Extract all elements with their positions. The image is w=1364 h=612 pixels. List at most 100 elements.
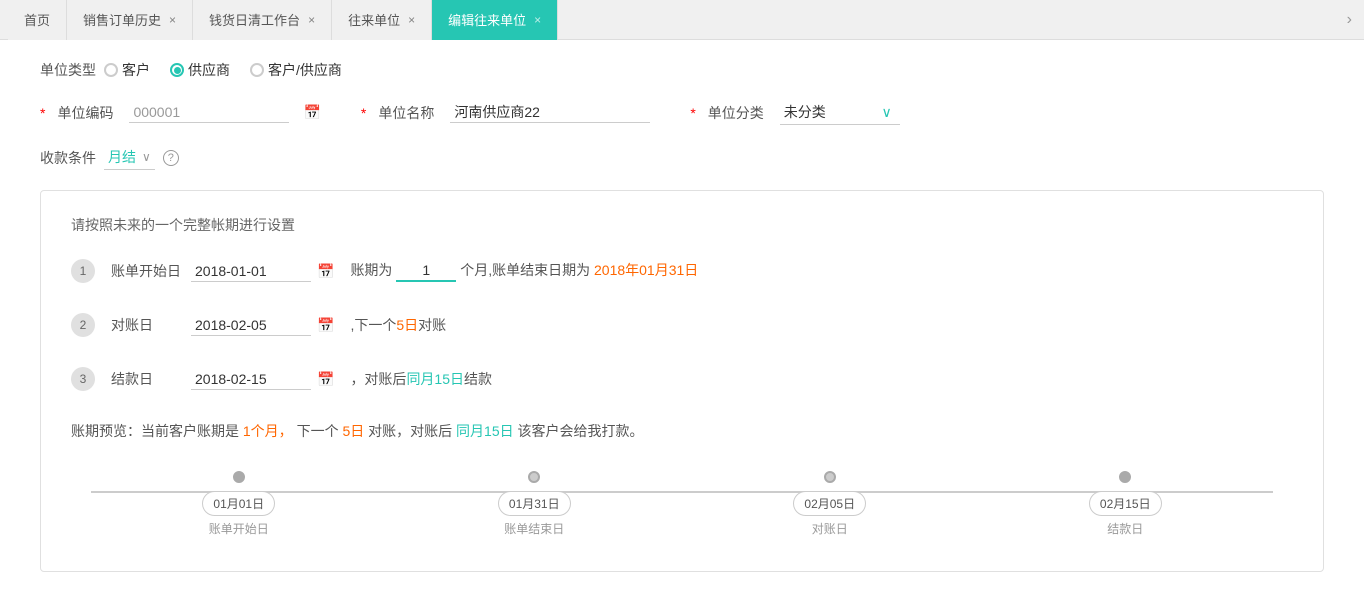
tab-edit-partner-close[interactable]: × — [534, 13, 541, 27]
unit-classify-star: * — [690, 105, 695, 121]
radio-both-label: 客户/供应商 — [268, 60, 342, 80]
unit-name-group: * 单位名称 — [361, 102, 650, 123]
period-settings-section: 请按照未来的一个完整帐期进行设置 1 账单开始日 📅 账期为 个月,账单结束日期… — [40, 190, 1324, 572]
preview-part1: 1个月， — [243, 423, 293, 439]
unit-code-icon[interactable]: 📅 — [303, 104, 320, 121]
timeline-point-3: 02月15日 结款日 — [978, 471, 1274, 537]
step-1-desc-prefix: 账期为 — [350, 262, 392, 278]
timeline-dot-1 — [528, 471, 540, 483]
period-input[interactable] — [396, 260, 456, 282]
unit-type-label: 单位类型 — [40, 60, 96, 80]
unit-classify-value: 未分类 — [784, 102, 882, 122]
payment-term-select[interactable]: 月结 ∨ — [104, 145, 155, 170]
step-2-row: 2 对账日 📅 ,下一个5日对账 — [71, 313, 1293, 337]
preview-part5: 同月15日 — [456, 423, 514, 439]
timeline-point-0: 01月01日 账单开始日 — [91, 471, 387, 537]
preview-part2: 下一个 — [297, 423, 339, 439]
radio-both[interactable]: 客户/供应商 — [250, 60, 342, 80]
payment-term-help-icon[interactable]: ? — [163, 150, 179, 166]
radio-customer[interactable]: 客户 — [104, 60, 150, 80]
unit-classify-group: * 单位分类 未分类 ∨ — [690, 100, 899, 125]
step-3-label: 结款日 — [111, 369, 191, 389]
timeline-dot-3 — [1119, 471, 1131, 483]
step-2-highlight: 5日 — [396, 317, 418, 333]
timeline-point-2: 02月05日 对账日 — [682, 471, 978, 537]
step-3-row: 3 结款日 📅 ，对账后同月15日结款 — [71, 367, 1293, 391]
tab-sales-history-close[interactable]: × — [169, 13, 176, 27]
preview-label: 账期预览：当前客户账期是 — [71, 423, 239, 439]
unit-code-label: 单位编码 — [57, 103, 113, 123]
tab-edit-partner[interactable]: 编辑往来单位 × — [432, 0, 558, 40]
radio-supplier[interactable]: 供应商 — [170, 60, 230, 80]
step-2-label: 对账日 — [111, 315, 191, 335]
section-title: 请按照未来的一个完整帐期进行设置 — [71, 215, 1293, 235]
tab-home[interactable]: 首页 — [8, 0, 67, 40]
step-1-date-input[interactable] — [191, 261, 311, 282]
main-content: 单位类型 客户 供应商 客户/供应商 * 单位编码 📅 * 单位名称 — [0, 40, 1364, 612]
step-3-number: 3 — [71, 367, 95, 391]
timeline-badge-0: 01月01日 — [202, 491, 275, 516]
step-1-calendar-icon[interactable]: 📅 — [317, 263, 334, 280]
timeline-label-3: 结款日 — [1107, 520, 1143, 537]
timeline-label-0: 账单开始日 — [209, 520, 269, 537]
unit-type-row: 单位类型 客户 供应商 客户/供应商 — [40, 60, 1324, 80]
timeline-badge-1: 01月31日 — [498, 491, 571, 516]
timeline-dot-2 — [824, 471, 836, 483]
payment-term-arrow-icon: ∨ — [142, 150, 151, 164]
tab-bar: 首页 销售订单历史 × 钱货日清工作台 × 往来单位 × 编辑往来单位 × › — [0, 0, 1364, 40]
tab-partner-units-close[interactable]: × — [408, 13, 415, 27]
unit-info-row: * 单位编码 📅 * 单位名称 * 单位分类 未分类 ∨ — [40, 100, 1324, 125]
unit-name-label: 单位名称 — [378, 103, 434, 123]
unit-code-input[interactable] — [129, 102, 289, 123]
step-3-date-input[interactable] — [191, 369, 311, 390]
preview-text: 账期预览：当前客户账期是 1个月， 下一个 5日 对账，对账后 同月15日 该客… — [71, 421, 1293, 441]
step-1-label: 账单开始日 — [111, 261, 191, 281]
unit-code-star: * — [40, 105, 45, 121]
timeline: 01月01日 账单开始日 01月31日 账单结束日 02月05日 对账日 02月… — [71, 461, 1293, 547]
unit-classify-dropdown[interactable]: 未分类 ∨ — [780, 100, 900, 125]
step-2-desc: ,下一个5日对账 — [350, 315, 446, 335]
timeline-dot-0 — [233, 471, 245, 483]
step-3-highlight: 同月15日 — [406, 371, 464, 387]
timeline-label-2: 对账日 — [812, 520, 848, 537]
tab-sales-history[interactable]: 销售订单历史 × — [67, 0, 193, 40]
radio-supplier-label: 供应商 — [188, 60, 230, 80]
preview-part6: 该客户会给我打款。 — [518, 423, 644, 439]
step-3-desc: ，对账后同月15日结款 — [350, 369, 492, 389]
radio-customer-label: 客户 — [122, 60, 150, 80]
unit-classify-label: 单位分类 — [708, 103, 764, 123]
radio-customer-circle — [104, 63, 118, 77]
radio-supplier-circle — [170, 63, 184, 77]
timeline-badge-3: 02月15日 — [1089, 491, 1162, 516]
unit-code-group: * 单位编码 📅 — [40, 102, 321, 123]
step-2-desc-prefix: ,下一个 — [350, 317, 396, 333]
timeline-label-1: 账单结束日 — [504, 520, 564, 537]
step-2-calendar-icon[interactable]: 📅 — [317, 317, 334, 334]
tab-more-arrow[interactable]: › — [1335, 11, 1364, 29]
step-2-desc-suffix: 对账 — [418, 317, 446, 333]
tab-partner-units[interactable]: 往来单位 × — [332, 0, 432, 40]
unit-type-radio-group: 客户 供应商 客户/供应商 — [104, 60, 342, 80]
radio-both-circle — [250, 63, 264, 77]
payment-term-row: 收款条件 月结 ∨ ? — [40, 145, 1324, 170]
payment-term-label: 收款条件 — [40, 148, 96, 168]
step-2-number: 2 — [71, 313, 95, 337]
unit-name-star: * — [361, 105, 366, 121]
step-1-desc: 账期为 个月,账单结束日期为 2018年01月31日 — [350, 260, 698, 282]
step-1-highlight-date: 2018年01月31日 — [594, 262, 698, 278]
step-2-date-input[interactable] — [191, 315, 311, 336]
preview-part4: 对账，对账后 — [368, 423, 452, 439]
payment-term-value: 月结 — [108, 147, 136, 167]
step-1-row: 1 账单开始日 📅 账期为 个月,账单结束日期为 2018年01月31日 — [71, 259, 1293, 283]
tab-cash-workbench[interactable]: 钱货日清工作台 × — [193, 0, 332, 40]
timeline-badge-2: 02月05日 — [793, 491, 866, 516]
step-3-calendar-icon[interactable]: 📅 — [317, 371, 334, 388]
step-3-desc-prefix: ，对账后 — [350, 371, 406, 387]
tab-cash-workbench-close[interactable]: × — [308, 13, 315, 27]
timeline-point-1: 01月31日 账单结束日 — [387, 471, 683, 537]
unit-classify-arrow-icon: ∨ — [882, 104, 892, 121]
preview-part3: 5日 — [342, 423, 364, 439]
step-1-number: 1 — [71, 259, 95, 283]
unit-name-input[interactable] — [450, 102, 650, 123]
step-1-desc-suffix: 个月,账单结束日期为 — [460, 262, 590, 278]
